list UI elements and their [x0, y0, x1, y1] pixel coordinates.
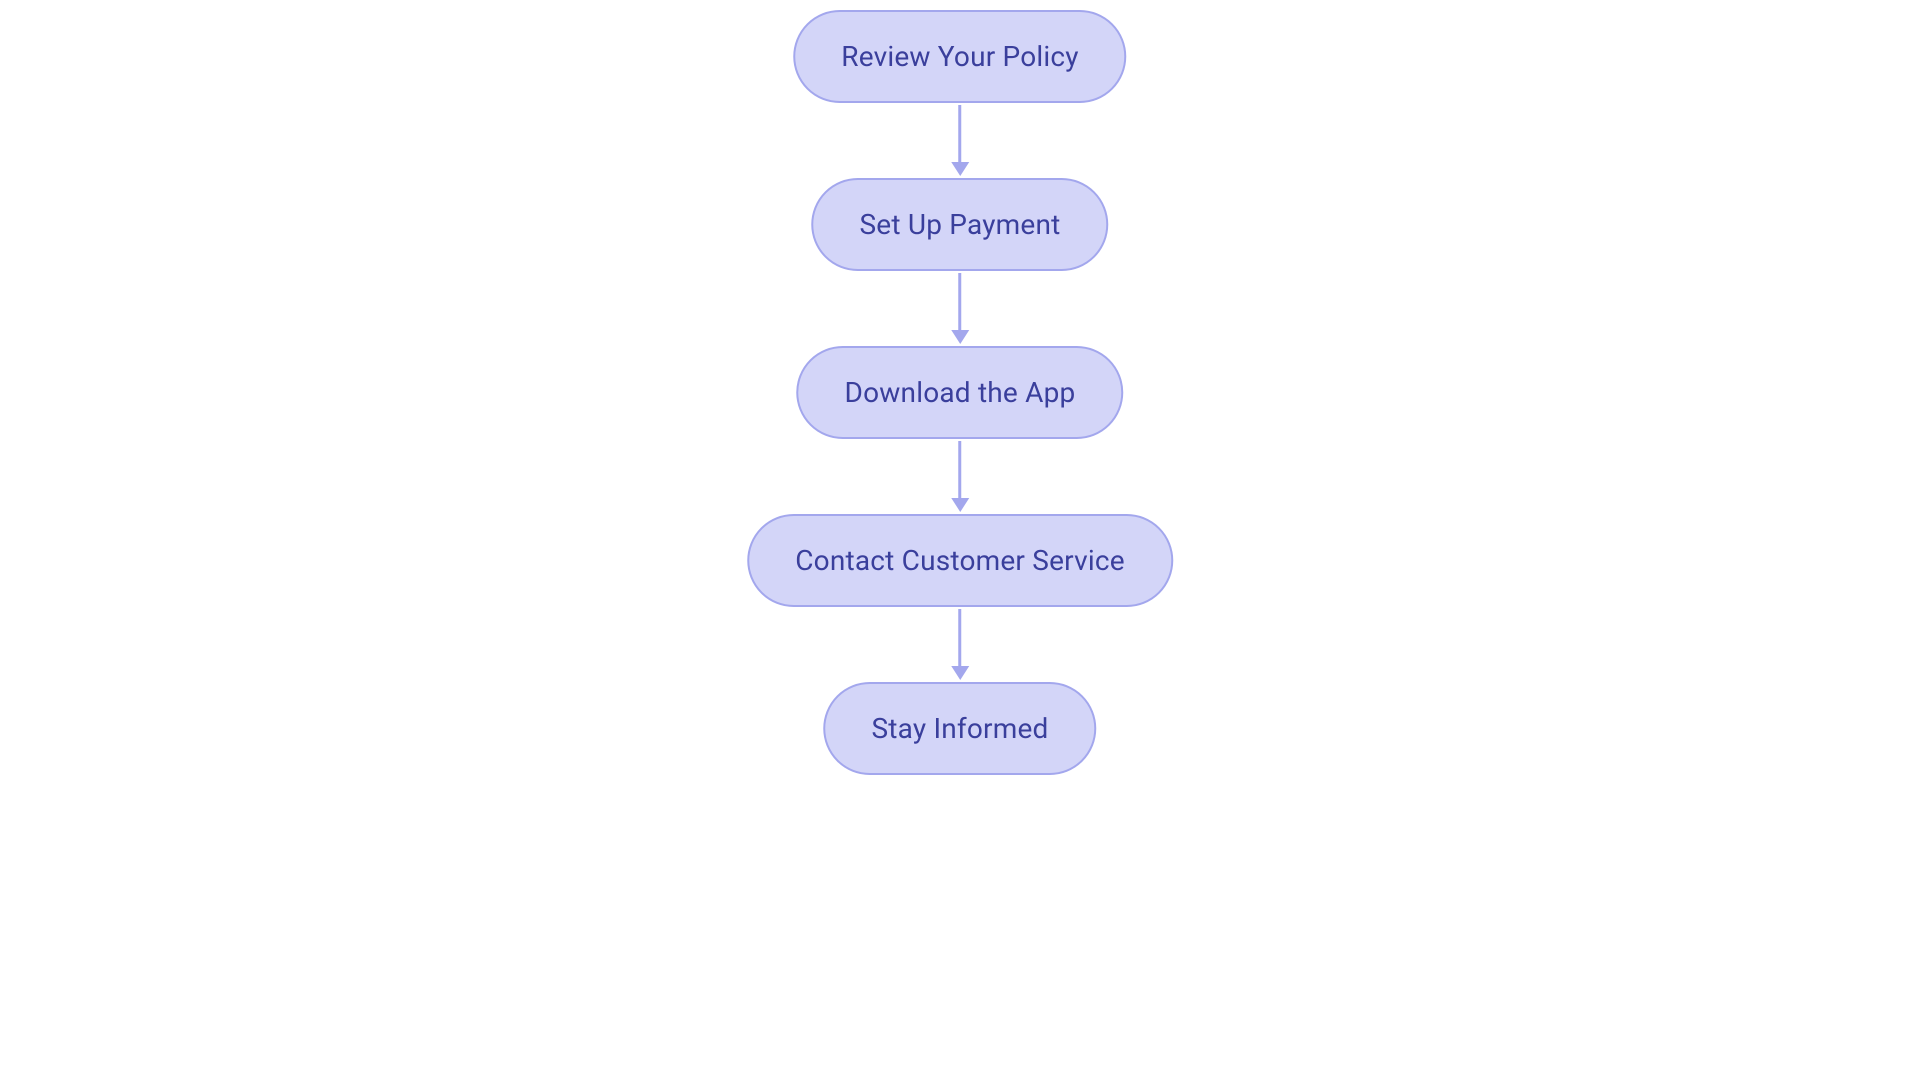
flow-node-label: Review Your Policy: [841, 40, 1078, 73]
arrow-line: [959, 273, 962, 331]
arrow-icon: [951, 441, 969, 512]
arrow-icon: [951, 273, 969, 344]
flow-node-label: Stay Informed: [871, 712, 1048, 745]
flow-node-label: Contact Customer Service: [795, 544, 1125, 577]
flow-node-set-up-payment: Set Up Payment: [811, 178, 1108, 271]
arrow-head-icon: [951, 498, 969, 512]
flow-node-label: Set Up Payment: [859, 208, 1060, 241]
flow-node-contact-customer-service: Contact Customer Service: [747, 514, 1173, 607]
flow-node-label: Download the App: [845, 376, 1076, 409]
flow-node-stay-informed: Stay Informed: [823, 682, 1096, 775]
arrow-line: [959, 609, 962, 667]
arrow-line: [959, 441, 962, 499]
flow-node-download-app: Download the App: [797, 346, 1124, 439]
arrow-icon: [951, 105, 969, 176]
arrow-head-icon: [951, 162, 969, 176]
arrow-head-icon: [951, 330, 969, 344]
arrow-head-icon: [951, 666, 969, 680]
flowchart-container: Review Your Policy Set Up Payment Downlo…: [747, 10, 1173, 775]
flow-node-review-policy: Review Your Policy: [793, 10, 1126, 103]
arrow-icon: [951, 609, 969, 680]
arrow-line: [959, 105, 962, 163]
